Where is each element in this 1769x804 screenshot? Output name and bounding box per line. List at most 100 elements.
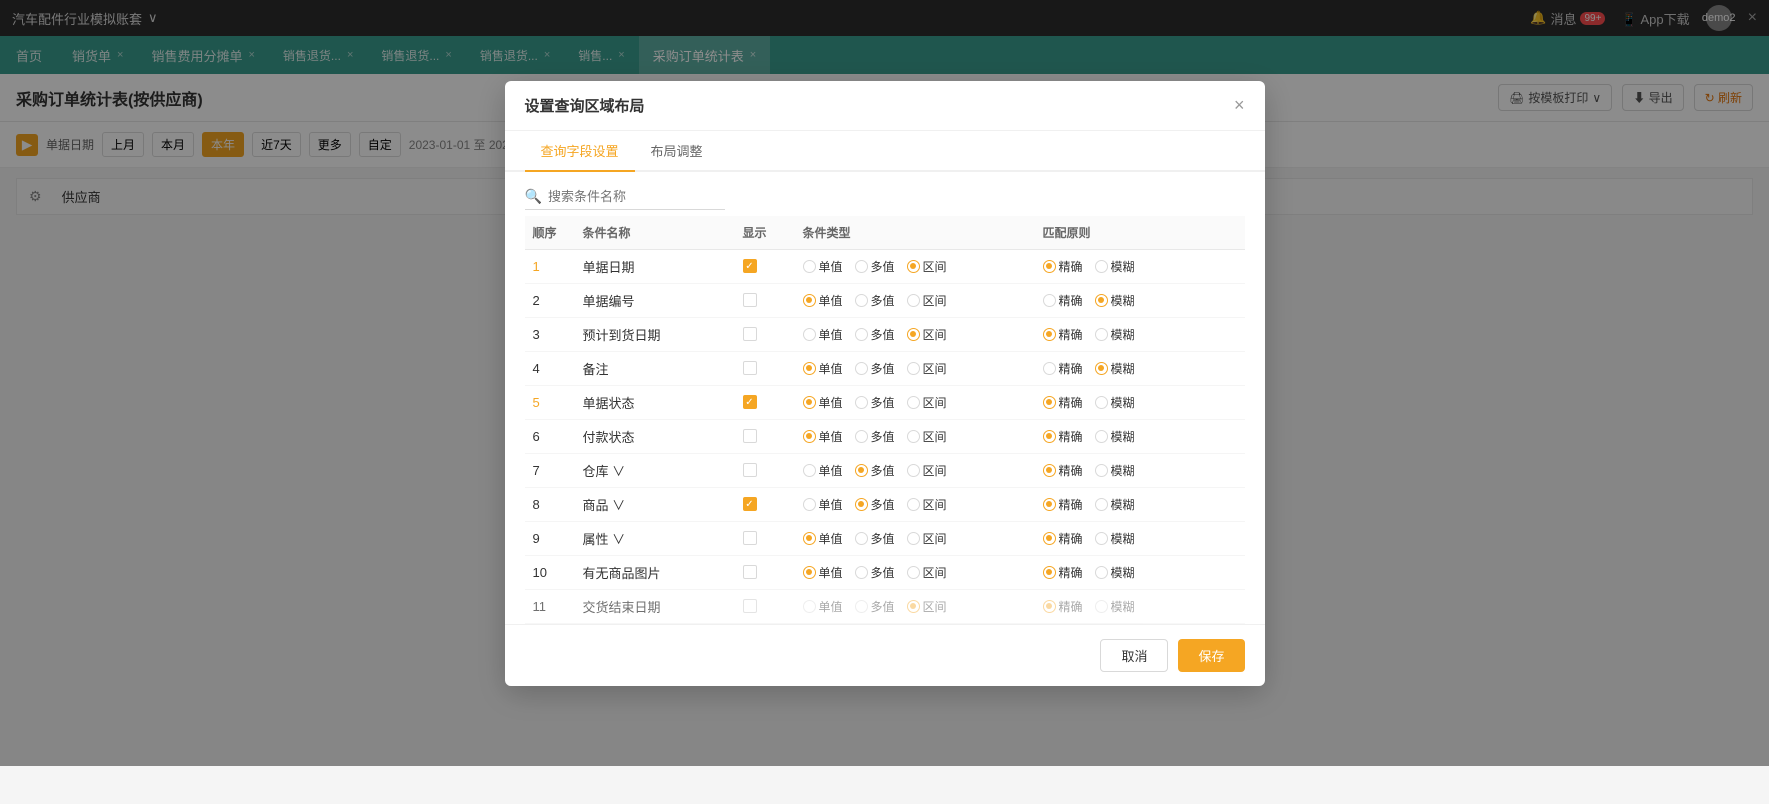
table-row: 10 有无商品图片 单值 多值 区间 精确 模糊 (525, 556, 1245, 590)
modal-tab-layout-adjust[interactable]: 布局调整 (635, 131, 719, 172)
checkbox-1[interactable]: ✓ (743, 259, 757, 273)
table-row: 11 交货结束日期 单值 多值 区间 精确 模糊 (525, 590, 1245, 624)
radio-exact-6[interactable]: 精确 (1043, 428, 1083, 445)
checkbox-3[interactable] (743, 327, 757, 341)
cell-name-6: 付款状态 (575, 427, 735, 446)
radio-single-2[interactable]: 单值 (803, 292, 843, 309)
search-input[interactable] (548, 189, 725, 204)
radio-fuzzy-8[interactable]: 模糊 (1095, 496, 1135, 513)
cell-check-10[interactable] (735, 565, 795, 579)
radio-fuzzy-11[interactable]: 模糊 (1095, 598, 1135, 615)
modal-title: 设置查询区域布局 (525, 95, 645, 116)
cell-check-9[interactable] (735, 531, 795, 545)
radio-multi-2[interactable]: 多值 (855, 292, 895, 309)
radio-single-6[interactable]: 单值 (803, 428, 843, 445)
table-row: 7 仓库 ∨ 单值 多值 区间 精确 模糊 (525, 454, 1245, 488)
radio-fuzzy-7[interactable]: 模糊 (1095, 462, 1135, 479)
radio-range-1[interactable]: 区间 (907, 258, 947, 275)
cell-check-11[interactable] (735, 599, 795, 613)
radio-fuzzy-6[interactable]: 模糊 (1095, 428, 1135, 445)
radio-single-8[interactable]: 单值 (803, 496, 843, 513)
cancel-button[interactable]: 取消 (1100, 639, 1168, 672)
radio-range-6[interactable]: 区间 (907, 428, 947, 445)
radio-range-5[interactable]: 区间 (907, 394, 947, 411)
radio-multi-8[interactable]: 多值 (855, 496, 895, 513)
radio-exact-5[interactable]: 精确 (1043, 394, 1083, 411)
checkbox-4[interactable] (743, 361, 757, 375)
modal-footer: 取消 保存 (505, 624, 1265, 686)
radio-single-5[interactable]: 单值 (803, 394, 843, 411)
table-row: 5 单据状态 ✓ 单值 多值 区间 精确 模糊 (525, 386, 1245, 420)
checkbox-7[interactable] (743, 463, 757, 477)
checkbox-8[interactable]: ✓ (743, 497, 757, 511)
radio-multi-5[interactable]: 多值 (855, 394, 895, 411)
cell-check-3[interactable] (735, 327, 795, 341)
modal-close-btn[interactable]: × (1234, 95, 1245, 116)
cell-seq-10: 10 (525, 565, 575, 580)
cell-type-4: 单值 多值 区间 (795, 360, 1035, 377)
radio-single-10[interactable]: 单值 (803, 564, 843, 581)
radio-fuzzy-3[interactable]: 模糊 (1095, 326, 1135, 343)
radio-exact-7[interactable]: 精确 (1043, 462, 1083, 479)
radio-fuzzy-9[interactable]: 模糊 (1095, 530, 1135, 547)
radio-fuzzy-10[interactable]: 模糊 (1095, 564, 1135, 581)
radio-fuzzy-5[interactable]: 模糊 (1095, 394, 1135, 411)
modal-tab-field-setting[interactable]: 查询字段设置 (525, 131, 635, 172)
radio-range-8[interactable]: 区间 (907, 496, 947, 513)
radio-single-9[interactable]: 单值 (803, 530, 843, 547)
radio-exact-1[interactable]: 精确 (1043, 258, 1083, 275)
cell-check-4[interactable] (735, 361, 795, 375)
cell-check-5[interactable]: ✓ (735, 395, 795, 409)
radio-multi-11[interactable]: 多值 (855, 598, 895, 615)
radio-exact-10[interactable]: 精确 (1043, 564, 1083, 581)
checkbox-10[interactable] (743, 565, 757, 579)
radio-single-1[interactable]: 单值 (803, 258, 843, 275)
cell-type-8: 单值 多值 区间 (795, 496, 1035, 513)
cell-type-11: 单值 多值 区间 (795, 598, 1035, 615)
cell-check-1[interactable]: ✓ (735, 259, 795, 273)
radio-fuzzy-4[interactable]: 模糊 (1095, 360, 1135, 377)
th-seq: 顺序 (525, 224, 575, 241)
radio-multi-9[interactable]: 多值 (855, 530, 895, 547)
cell-check-6[interactable] (735, 429, 795, 443)
save-button[interactable]: 保存 (1178, 639, 1244, 672)
checkbox-6[interactable] (743, 429, 757, 443)
radio-exact-4[interactable]: 精确 (1043, 360, 1083, 377)
radio-range-3[interactable]: 区间 (907, 326, 947, 343)
radio-single-4[interactable]: 单值 (803, 360, 843, 377)
checkbox-2[interactable] (743, 293, 757, 307)
radio-single-3[interactable]: 单值 (803, 326, 843, 343)
cell-type-5: 单值 多值 区间 (795, 394, 1035, 411)
radio-fuzzy-1[interactable]: 模糊 (1095, 258, 1135, 275)
checkbox-5[interactable]: ✓ (743, 395, 757, 409)
radio-range-10[interactable]: 区间 (907, 564, 947, 581)
radio-exact-9[interactable]: 精确 (1043, 530, 1083, 547)
cell-check-2[interactable] (735, 293, 795, 307)
cell-check-8[interactable]: ✓ (735, 497, 795, 511)
radio-single-7[interactable]: 单值 (803, 462, 843, 479)
radio-multi-10[interactable]: 多值 (855, 564, 895, 581)
cell-check-7[interactable] (735, 463, 795, 477)
radio-range-4[interactable]: 区间 (907, 360, 947, 377)
cell-name-9: 属性 ∨ (575, 529, 735, 548)
radio-multi-3[interactable]: 多值 (855, 326, 895, 343)
radio-exact-11[interactable]: 精确 (1043, 598, 1083, 615)
radio-multi-6[interactable]: 多值 (855, 428, 895, 445)
radio-range-2[interactable]: 区间 (907, 292, 947, 309)
radio-exact-8[interactable]: 精确 (1043, 496, 1083, 513)
radio-single-11[interactable]: 单值 (803, 598, 843, 615)
radio-range-11[interactable]: 区间 (907, 598, 947, 615)
radio-multi-1[interactable]: 多值 (855, 258, 895, 275)
radio-fuzzy-2[interactable]: 模糊 (1095, 292, 1135, 309)
radio-multi-4[interactable]: 多值 (855, 360, 895, 377)
radio-exact-3[interactable]: 精确 (1043, 326, 1083, 343)
table-row: 2 单据编号 单值 多值 区间 精确 模糊 (525, 284, 1245, 318)
table-row: 6 付款状态 单值 多值 区间 精确 模糊 (525, 420, 1245, 454)
checkbox-9[interactable] (743, 531, 757, 545)
radio-exact-2[interactable]: 精确 (1043, 292, 1083, 309)
radio-range-9[interactable]: 区间 (907, 530, 947, 547)
search-icon: 🔍 (525, 188, 542, 205)
radio-range-7[interactable]: 区间 (907, 462, 947, 479)
checkbox-11[interactable] (743, 599, 757, 613)
radio-multi-7[interactable]: 多值 (855, 462, 895, 479)
